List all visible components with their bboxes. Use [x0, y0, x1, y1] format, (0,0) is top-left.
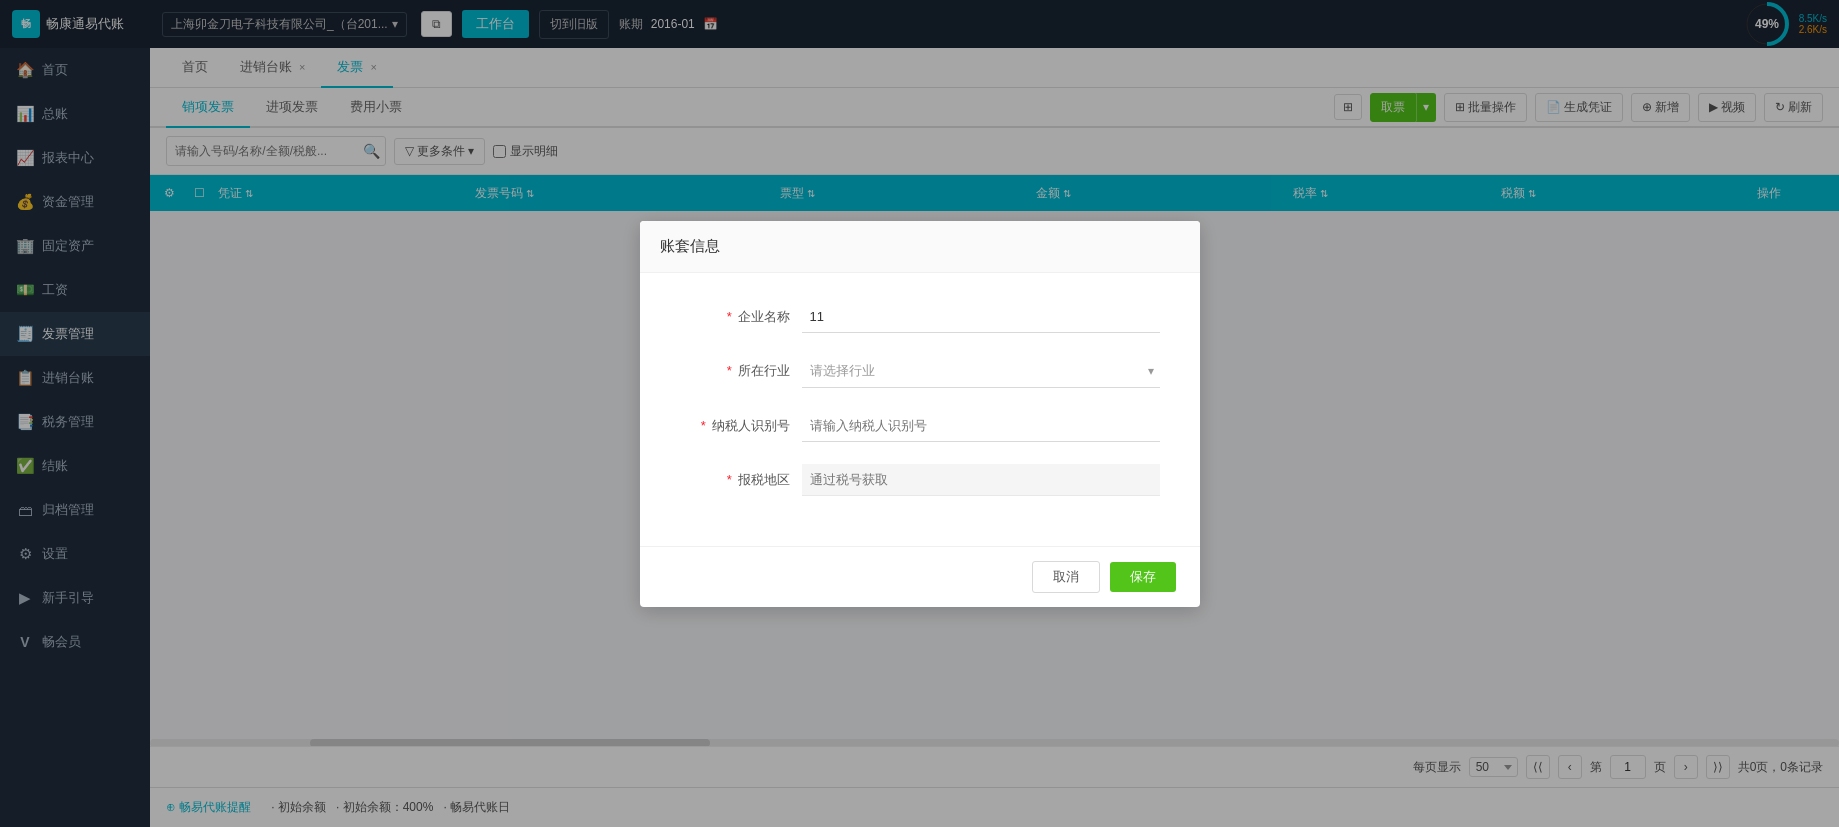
modal-header: 账套信息: [640, 221, 1200, 273]
company-name-label: * 企业名称: [680, 308, 790, 326]
company-name-input[interactable]: [802, 301, 1160, 333]
tax-region-input: [802, 464, 1160, 496]
modal-body: * 企业名称 * 所在行业 请选择行业 ▾: [640, 273, 1200, 546]
save-button[interactable]: 保存: [1110, 562, 1176, 592]
form-row-industry: * 所在行业 请选择行业 ▾: [680, 355, 1160, 388]
form-row-tax-id: * 纳税人识别号: [680, 410, 1160, 442]
tax-region-label: * 报税地区: [680, 471, 790, 489]
tax-id-label: * 纳税人识别号: [680, 417, 790, 435]
form-row-tax-region: * 报税地区: [680, 464, 1160, 496]
account-info-modal: 账套信息 * 企业名称 * 所在行业 请选择行业: [640, 221, 1200, 607]
form-row-company-name: * 企业名称: [680, 301, 1160, 333]
industry-select[interactable]: 请选择行业: [802, 355, 1160, 387]
modal-footer: 取消 保存: [640, 546, 1200, 607]
cancel-button[interactable]: 取消: [1032, 561, 1100, 593]
tax-id-input[interactable]: [802, 410, 1160, 442]
industry-select-wrap: 请选择行业 ▾: [802, 355, 1160, 388]
industry-label: * 所在行业: [680, 362, 790, 380]
modal-overlay: 账套信息 * 企业名称 * 所在行业 请选择行业: [0, 0, 1839, 827]
